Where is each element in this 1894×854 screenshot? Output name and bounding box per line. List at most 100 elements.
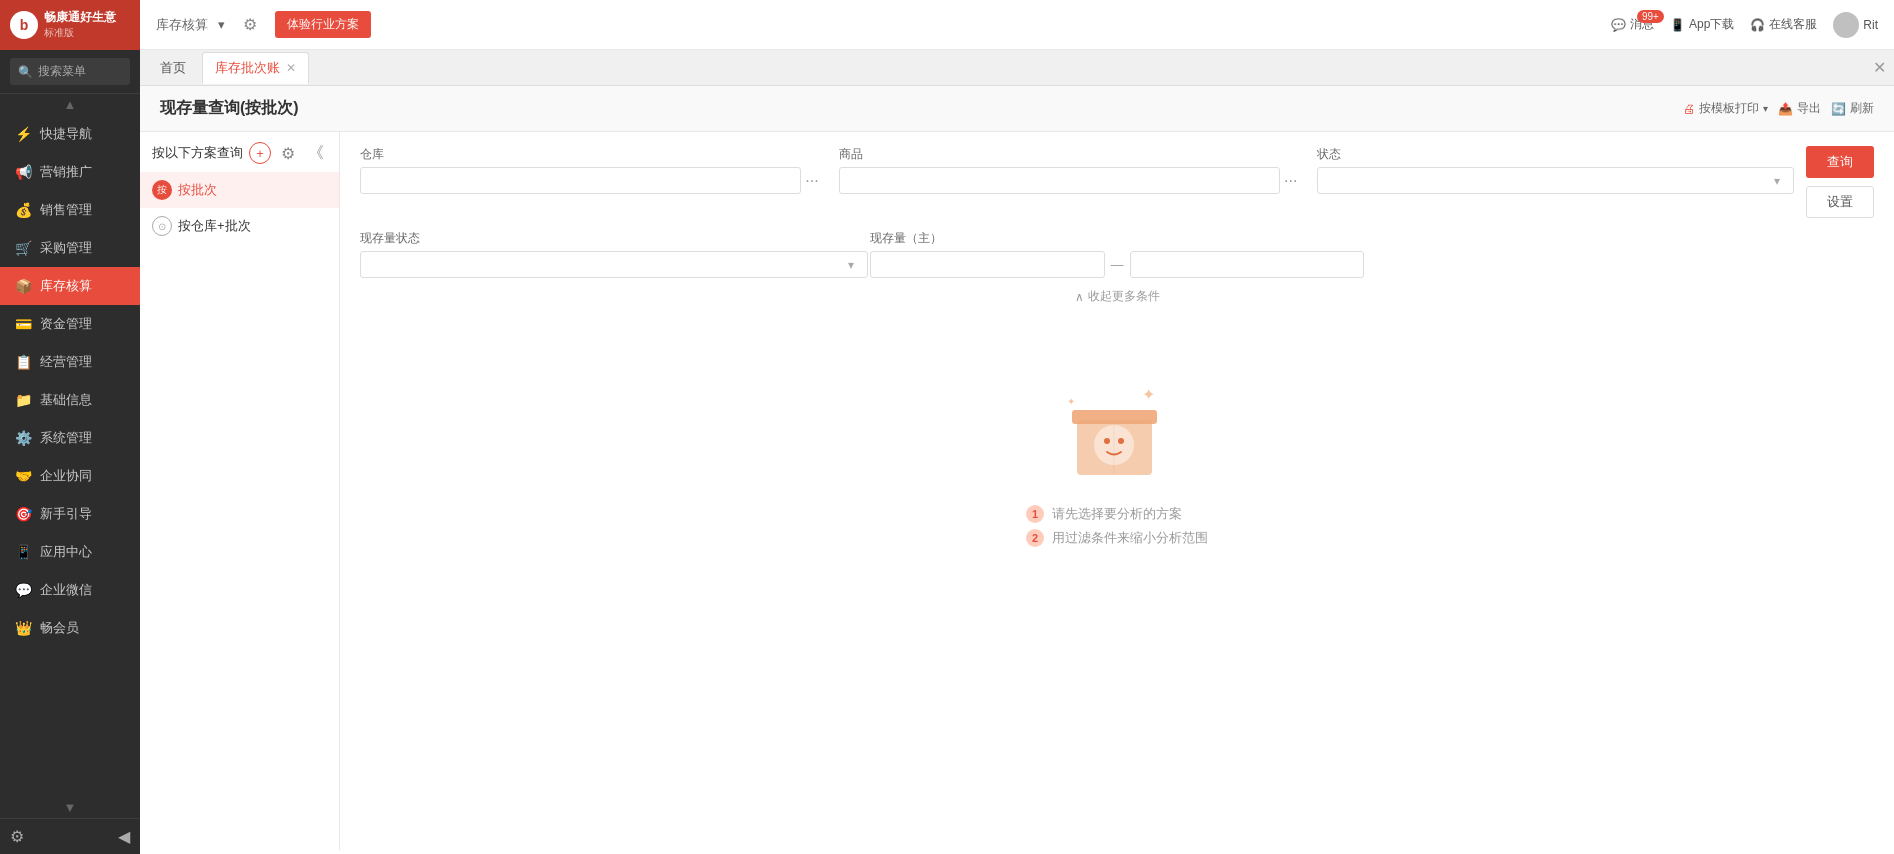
sidebar-item-basic-info[interactable]: 📁 基础信息 (0, 381, 140, 419)
basic-info-icon: 📁 (14, 391, 32, 409)
refresh-button[interactable]: 🔄 刷新 (1831, 100, 1874, 117)
step-2-number: 2 (1026, 529, 1044, 547)
add-scheme-button[interactable]: + (249, 142, 271, 164)
close-panel-button[interactable]: ✕ (1873, 58, 1886, 77)
inventory-qty-start-input[interactable] (870, 251, 1105, 278)
filter-action-buttons: 查询 设置 (1806, 146, 1874, 218)
scheme-label: 按仓库+批次 (178, 217, 251, 235)
collapse-left-button[interactable]: 《 (305, 142, 327, 164)
warehouse-filter-label: 仓库 (360, 146, 823, 163)
sidebar-item-sales[interactable]: 💰 销售管理 (0, 191, 140, 229)
online-service-label: 在线客服 (1769, 16, 1817, 33)
message-icon: 💬 (1611, 18, 1626, 32)
operations-icon: 📋 (14, 353, 32, 371)
username-label: Rit (1863, 18, 1878, 32)
inventory-status-filter-group: 现存量状态 有库存 无库存 全部 ▾ (360, 230, 854, 278)
sidebar-item-guide[interactable]: 🎯 新手引导 (0, 495, 140, 533)
sidebar-item-app-center[interactable]: 📱 应用中心 (0, 533, 140, 571)
sidebar-item-label: 销售管理 (40, 201, 92, 219)
sidebar-item-label: 资金管理 (40, 315, 92, 333)
collapse-label: 收起更多条件 (1088, 288, 1160, 305)
breadcrumb-dropdown-button[interactable]: ▾ (218, 17, 225, 32)
home-tab-label: 首页 (160, 59, 186, 77)
sidebar-item-marketing[interactable]: 📢 营销推广 (0, 153, 140, 191)
status-filter-select[interactable]: 正常 停用 (1317, 167, 1794, 194)
step-2-text: 用过滤条件来缩小分析范围 (1052, 529, 1208, 547)
page-body: 按以下方案查询 + ⚙ 《 按 按批次 ⊙ 按仓库+批次 (140, 132, 1894, 850)
print-button[interactable]: 🖨 按模板打印 ▾ (1683, 100, 1768, 117)
scheme-item-by-batch[interactable]: 按 按批次 (140, 172, 339, 208)
scheme-settings-button[interactable]: ⚙ (277, 142, 299, 164)
breadcrumb-text: 库存核算 (156, 16, 208, 34)
system-icon: ⚙️ (14, 429, 32, 447)
range-dash: — (1111, 257, 1124, 272)
print-icon: 🖨 (1683, 102, 1695, 116)
export-icon: 📤 (1778, 102, 1793, 116)
goods-filter-input[interactable] (839, 167, 1280, 194)
inventory-status-select[interactable]: 有库存 无库存 全部 (360, 251, 868, 278)
sidebar-item-label: 系统管理 (40, 429, 92, 447)
scheme-item-by-warehouse-batch[interactable]: ⊙ 按仓库+批次 (140, 208, 339, 244)
app-download-icon: 📱 (1670, 18, 1685, 32)
app-center-icon: 📱 (14, 543, 32, 561)
svg-point-4 (1118, 438, 1124, 444)
avatar (1833, 12, 1859, 38)
sidebar-item-inventory[interactable]: 📦 库存核算 (0, 267, 140, 305)
inventory-qty-end-input[interactable] (1130, 251, 1365, 278)
sidebar-item-enterprise[interactable]: 🤝 企业协同 (0, 457, 140, 495)
sidebar-item-quick-nav[interactable]: ⚡ 快捷导航 (0, 115, 140, 153)
export-button[interactable]: 📤 导出 (1778, 100, 1821, 117)
tab-close-button[interactable]: ✕ (286, 62, 296, 74)
goods-more-button[interactable]: ··· (1280, 172, 1301, 190)
sidebar-item-label: 畅会员 (40, 619, 79, 637)
sidebar-item-operations[interactable]: 📋 经营管理 (0, 343, 140, 381)
empty-step-2: 2 用过滤条件来缩小分析范围 (1026, 529, 1208, 547)
tab-bar: 首页 库存批次账 ✕ ✕ (140, 50, 1894, 86)
inventory-batch-tab-label: 库存批次账 (215, 59, 280, 77)
member-icon: 👑 (14, 619, 32, 637)
topbar-settings-button[interactable]: ⚙ (235, 10, 265, 40)
marketing-icon: 📢 (14, 163, 32, 181)
message-button[interactable]: 💬 消息 99+ (1611, 16, 1654, 33)
sidebar-item-label: 应用中心 (40, 543, 92, 561)
online-service-button[interactable]: 🎧 在线客服 (1750, 16, 1817, 33)
refresh-icon: 🔄 (1831, 102, 1846, 116)
sidebar-scroll-up[interactable]: ▲ (0, 94, 140, 115)
sales-icon: 💰 (14, 201, 32, 219)
warehouse-more-button[interactable]: ··· (801, 172, 822, 190)
experience-btn[interactable]: 体验行业方案 (275, 11, 371, 38)
app-download-button[interactable]: 📱 App下载 (1670, 16, 1734, 33)
sidebar-item-finance[interactable]: 💳 资金管理 (0, 305, 140, 343)
sidebar-scroll-down[interactable]: ▼ (0, 797, 140, 818)
sidebar-settings-button[interactable]: ⚙ (10, 827, 24, 846)
sidebar-item-label: 营销推广 (40, 163, 92, 181)
app-name: 畅康通好生意 (44, 10, 116, 26)
filter-collapse-button[interactable]: ∧ 收起更多条件 (1075, 288, 1160, 305)
sidebar-item-label: 经营管理 (40, 353, 92, 371)
scheme-secondary-icon: ⊙ (152, 216, 172, 236)
sidebar-item-purchase[interactable]: 🛒 采购管理 (0, 229, 140, 267)
app-version: 标准版 (44, 26, 116, 40)
warehouse-filter-input[interactable] (360, 167, 801, 194)
svg-text:✦: ✦ (1142, 386, 1155, 403)
sidebar: b 畅康通好生意 标准版 🔍 搜索菜单 ▲ ⚡ 快捷导航 📢 营销推广 💰 销售… (0, 0, 140, 854)
filter-settings-button[interactable]: 设置 (1806, 186, 1874, 218)
app-title-block: 畅康通好生意 标准版 (44, 10, 116, 40)
tab-home[interactable]: 首页 (148, 53, 198, 83)
status-filter-group: 状态 正常 停用 ▾ (1317, 146, 1780, 194)
sidebar-collapse-button[interactable]: ◀ (118, 827, 130, 846)
sidebar-item-enterprise-wechat[interactable]: 💬 企业微信 (0, 571, 140, 609)
inventory-icon: 📦 (14, 277, 32, 295)
app-logo: b (10, 11, 38, 39)
tab-inventory-batch[interactable]: 库存批次账 ✕ (202, 52, 309, 84)
query-button[interactable]: 查询 (1806, 146, 1874, 178)
sidebar-item-member[interactable]: 👑 畅会员 (0, 609, 140, 647)
sidebar-item-system[interactable]: ⚙️ 系统管理 (0, 419, 140, 457)
scheme-panel-title: 按以下方案查询 (152, 144, 243, 162)
right-filter-panel: 仓库 ··· 商品 ··· 状态 (340, 132, 1894, 850)
sidebar-item-label: 企业协同 (40, 467, 92, 485)
user-avatar-button[interactable]: Rit (1833, 12, 1878, 38)
sidebar-nav: ⚡ 快捷导航 📢 营销推广 💰 销售管理 🛒 采购管理 📦 库存核算 💳 资金管… (0, 115, 140, 797)
goods-filter-group: 商品 ··· (839, 146, 1302, 194)
search-menu-button[interactable]: 🔍 搜索菜单 (10, 58, 130, 85)
